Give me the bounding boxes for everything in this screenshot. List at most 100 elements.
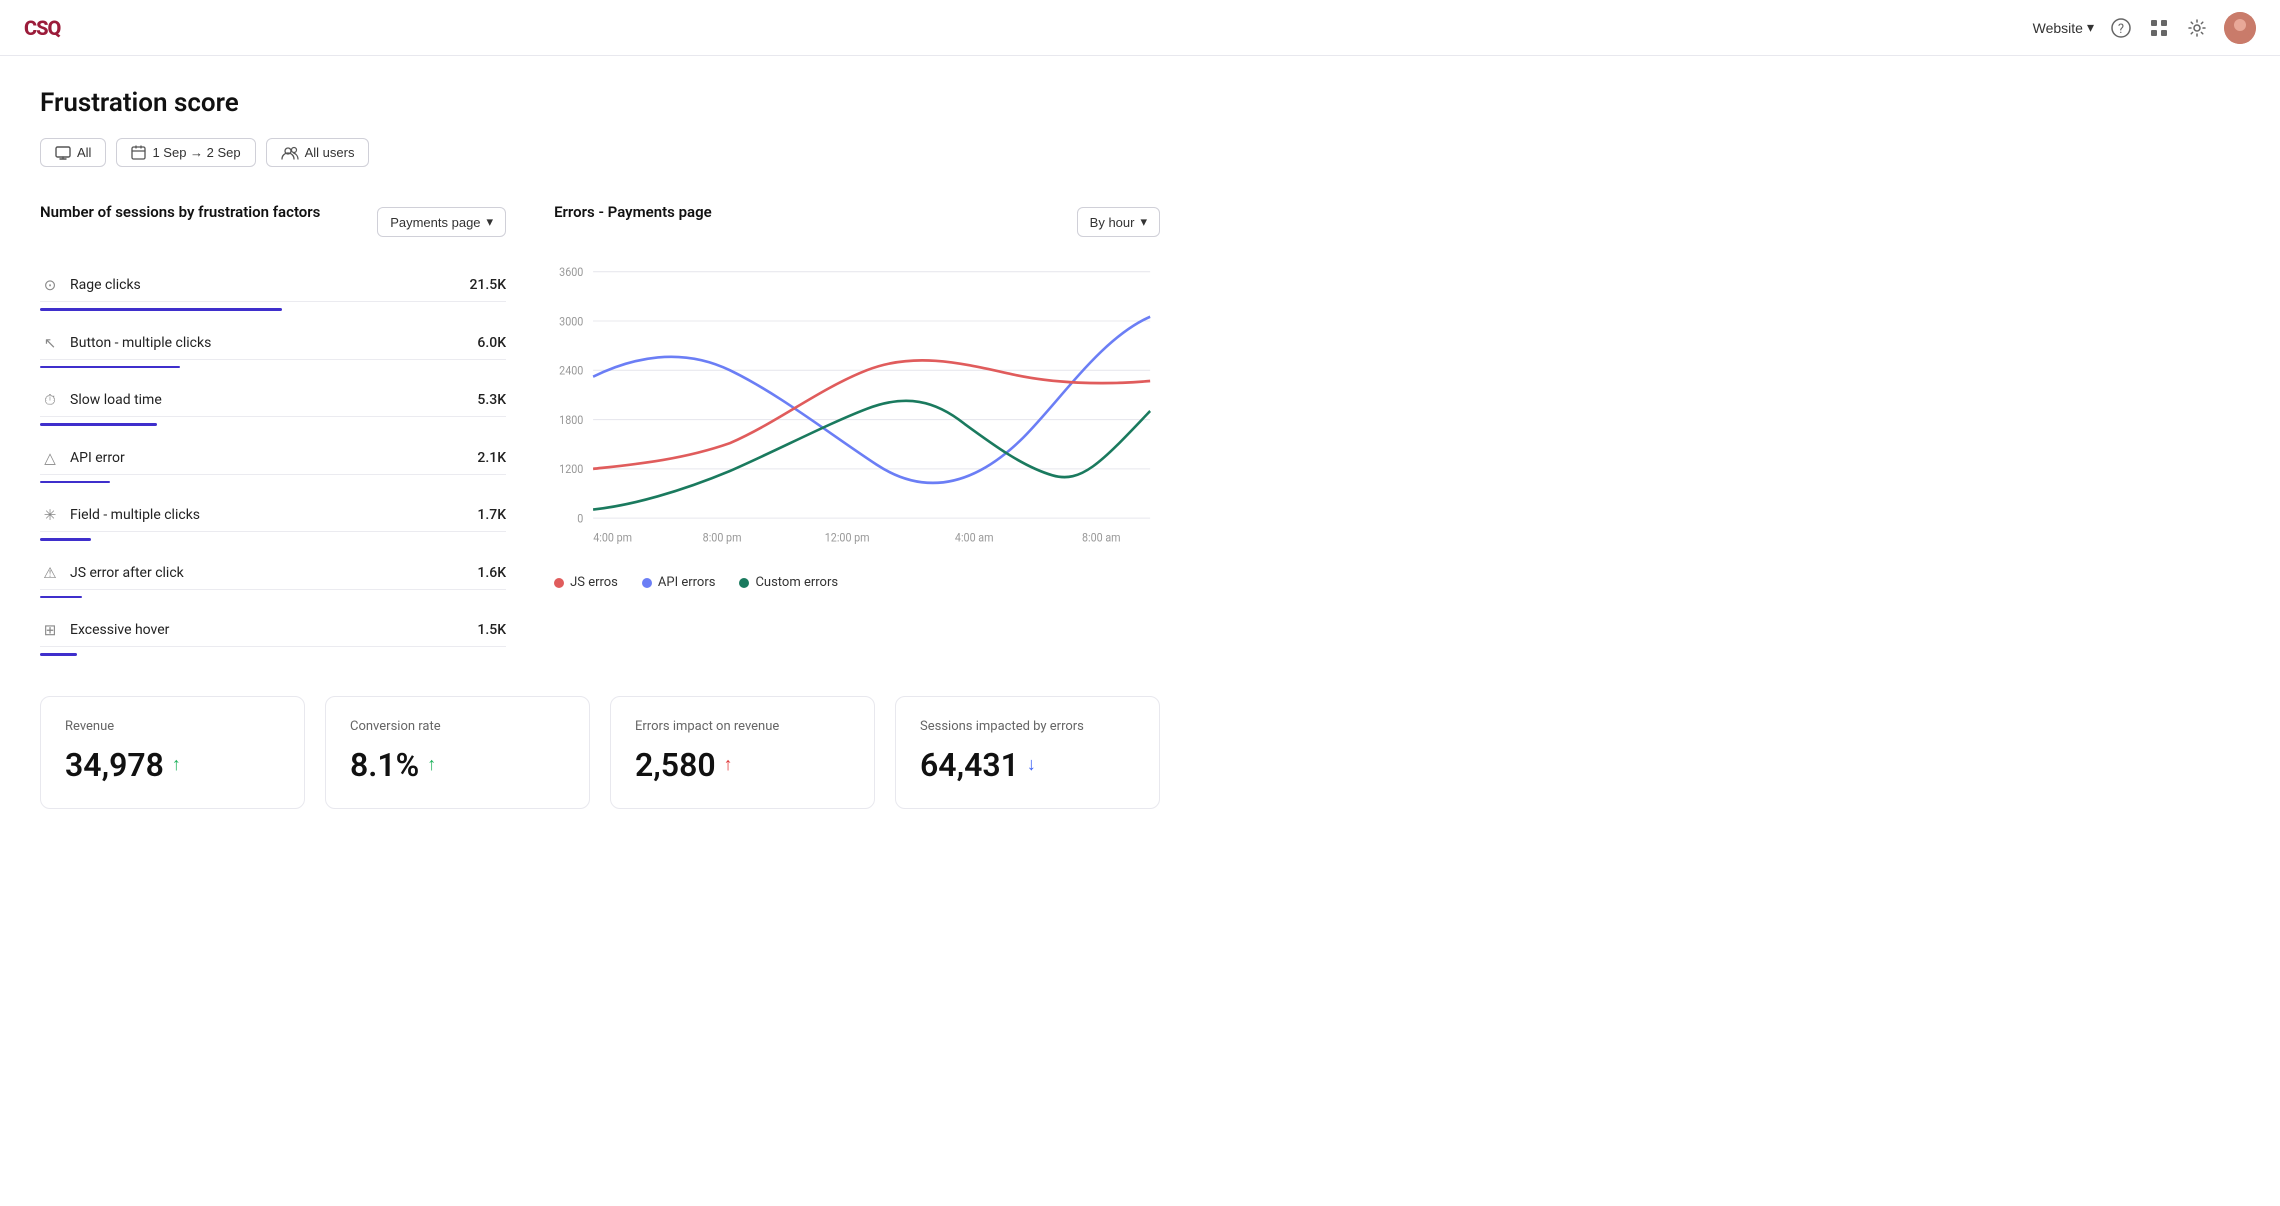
factors-panel: Number of sessions by frustration factor… xyxy=(40,203,506,664)
factor-label: API error xyxy=(70,450,125,466)
factor-bar xyxy=(40,596,82,599)
factor-bar xyxy=(40,308,282,311)
main-content: Frustration score All 1 Sep → 2 Sep xyxy=(0,56,1200,841)
metric-card: Errors impact on revenue 2,580 ↑ xyxy=(610,696,875,809)
factor-bar-row xyxy=(40,647,506,664)
legend-label: JS erros xyxy=(570,575,618,590)
legend-item: API errors xyxy=(642,575,716,590)
svg-text:3600: 3600 xyxy=(559,266,583,280)
chart-header: Errors - Payments page By hour ▾ xyxy=(554,203,1160,241)
date-filter-button[interactable]: 1 Sep → 2 Sep xyxy=(116,138,255,167)
factor-bar-row xyxy=(40,532,506,549)
factor-left: ⊞ Excessive hover xyxy=(40,620,169,640)
factor-left: ⏱ Slow load time xyxy=(40,390,162,410)
factor-left: △ API error xyxy=(40,448,125,468)
factor-label: Field - multiple clicks xyxy=(70,507,200,523)
factor-left: ✳ Field - multiple clicks xyxy=(40,505,200,525)
legend-dot xyxy=(642,578,652,588)
factor-label: Button - multiple clicks xyxy=(70,335,211,351)
factor-icon: ⊞ xyxy=(40,620,60,640)
factor-bar xyxy=(40,653,77,656)
metric-value: 34,978 ↑ xyxy=(65,746,280,784)
website-label: Website xyxy=(2033,20,2083,36)
factor-bar-row xyxy=(40,475,506,492)
metric-number: 34,978 xyxy=(65,746,164,784)
factor-bar-row xyxy=(40,302,506,319)
users-filter-label: All users xyxy=(305,145,355,160)
date-range-label: 1 Sep → 2 Sep xyxy=(152,145,240,160)
svg-text:0: 0 xyxy=(577,512,583,526)
svg-text:?: ? xyxy=(2118,22,2124,37)
factor-value: 21.5K xyxy=(469,277,506,293)
factor-item: ↖ Button - multiple clicks 6.0K xyxy=(40,319,506,360)
factor-label: JS error after click xyxy=(70,565,184,581)
factor-bar xyxy=(40,481,110,484)
topnav-right: Website ▾ ? xyxy=(2033,12,2256,44)
factor-value: 2.1K xyxy=(477,450,506,466)
chart-wrapper: 3600 3000 2400 1800 1200 0 4:00 pm 8:00 … xyxy=(554,261,1160,561)
trend-arrow: ↑ xyxy=(724,754,733,775)
metric-label: Sessions impacted by errors xyxy=(920,719,1135,734)
all-filter-button[interactable]: All xyxy=(40,138,106,167)
monitor-icon xyxy=(55,146,71,160)
chart-title: Errors - Payments page xyxy=(554,203,712,221)
legend-item: Custom errors xyxy=(739,575,838,590)
hour-dropdown-label: By hour xyxy=(1090,215,1135,230)
factor-bar-row xyxy=(40,360,506,377)
metrics-cards: Revenue 34,978 ↑ Conversion rate 8.1% ↑ … xyxy=(40,696,1160,809)
metric-label: Errors impact on revenue xyxy=(635,719,850,734)
chart-panel: Errors - Payments page By hour ▾ 3600 xyxy=(554,203,1160,664)
factor-bar xyxy=(40,366,180,369)
factor-label: Excessive hover xyxy=(70,622,169,638)
filter-bar: All 1 Sep → 2 Sep All users xyxy=(40,138,1160,167)
svg-text:8:00 pm: 8:00 pm xyxy=(703,531,742,545)
website-dropdown-button[interactable]: Website ▾ xyxy=(2033,19,2094,36)
factor-icon: ⊙ xyxy=(40,275,60,295)
error-chart: 3600 3000 2400 1800 1200 0 4:00 pm 8:00 … xyxy=(554,261,1160,561)
factor-icon: ⚠ xyxy=(40,563,60,583)
svg-text:1800: 1800 xyxy=(559,413,583,427)
legend-dot xyxy=(554,578,564,588)
factor-bar xyxy=(40,423,157,426)
metric-label: Revenue xyxy=(65,719,280,734)
factors-title: Number of sessions by frustration factor… xyxy=(40,203,320,221)
factor-item: ⊞ Excessive hover 1.5K xyxy=(40,606,506,647)
factor-value: 6.0K xyxy=(477,335,506,351)
factor-item: ⚠ JS error after click 1.6K xyxy=(40,549,506,590)
metric-label: Conversion rate xyxy=(350,719,565,734)
svg-text:8:00 am: 8:00 am xyxy=(1082,531,1121,545)
all-filter-label: All xyxy=(77,145,91,160)
settings-icon[interactable] xyxy=(2186,17,2208,39)
logo: CSQ xyxy=(24,16,60,40)
factor-value: 1.6K xyxy=(477,565,506,581)
legend-label: Custom errors xyxy=(755,575,838,590)
page-dropdown-button[interactable]: Payments page ▾ xyxy=(377,207,506,237)
factor-bar-row xyxy=(40,417,506,434)
grid-icon[interactable] xyxy=(2148,17,2170,39)
factor-icon: △ xyxy=(40,448,60,468)
factor-item: ⏱ Slow load time 5.3K xyxy=(40,376,506,417)
chevron-down-icon: ▾ xyxy=(1140,214,1147,230)
calendar-icon xyxy=(131,145,146,160)
help-icon[interactable]: ? xyxy=(2110,17,2132,39)
factor-value: 5.3K xyxy=(477,392,506,408)
legend-item: JS erros xyxy=(554,575,618,590)
metric-value: 2,580 ↑ xyxy=(635,746,850,784)
factor-label: Slow load time xyxy=(70,392,162,408)
factor-value: 1.7K xyxy=(477,507,506,523)
trend-arrow: ↑ xyxy=(427,754,436,775)
hour-dropdown-button[interactable]: By hour ▾ xyxy=(1077,207,1160,237)
chart-legend: JS erros API errors Custom errors xyxy=(554,575,1160,590)
chevron-down-icon: ▾ xyxy=(487,214,494,230)
svg-text:3000: 3000 xyxy=(559,315,583,329)
factor-value: 1.5K xyxy=(477,622,506,638)
factor-item: △ API error 2.1K xyxy=(40,434,506,475)
avatar[interactable] xyxy=(2224,12,2256,44)
users-filter-button[interactable]: All users xyxy=(266,138,370,167)
factor-icon: ✳ xyxy=(40,505,60,525)
factor-bar-row xyxy=(40,590,506,607)
topnav: CSQ Website ▾ ? xyxy=(0,0,2280,56)
factor-left: ⊙ Rage clicks xyxy=(40,275,141,295)
trend-arrow: ↓ xyxy=(1027,754,1036,775)
factor-label: Rage clicks xyxy=(70,277,141,293)
